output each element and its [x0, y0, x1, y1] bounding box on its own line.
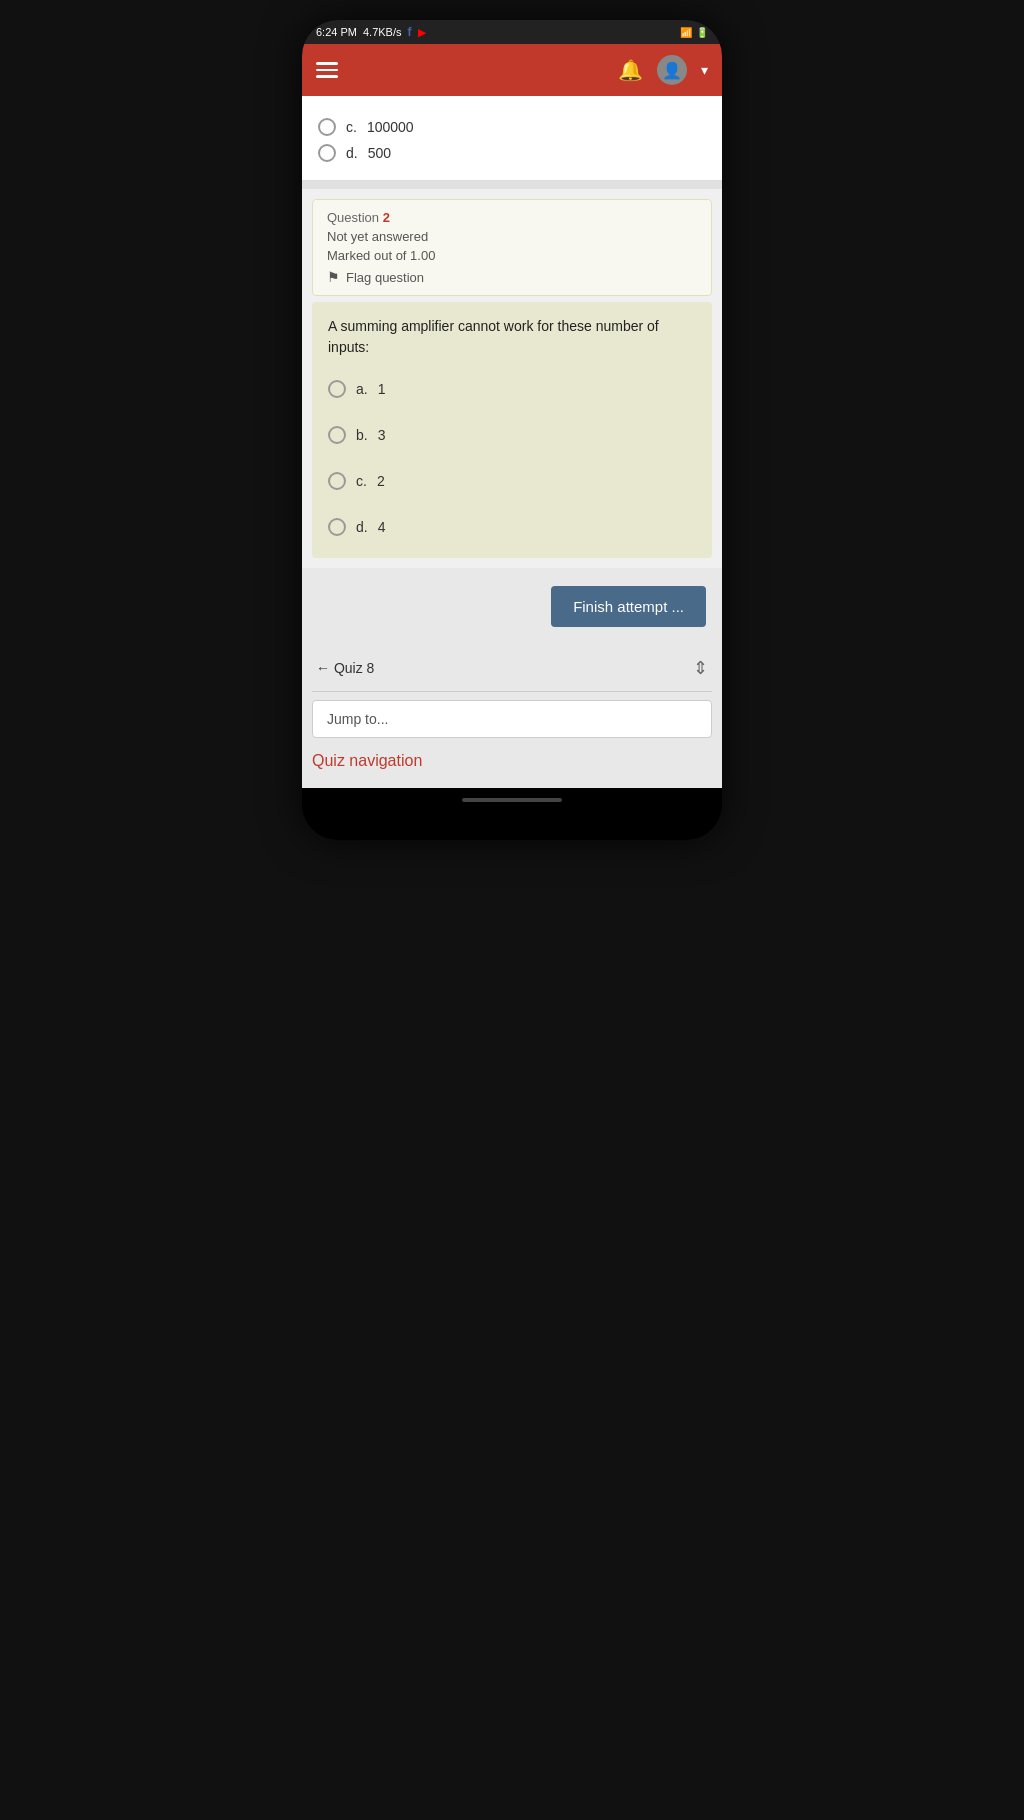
jump-to-input[interactable]: Jump to...	[312, 700, 712, 738]
option-d-letter: d.	[356, 519, 368, 535]
prev-option-d-radio[interactable]	[318, 144, 336, 162]
hamburger-menu-button[interactable]	[316, 62, 338, 78]
option-b-radio[interactable]	[328, 426, 346, 444]
status-right: 📶 🔋	[680, 27, 708, 38]
prev-question-partial: c. 100000 d. 500	[302, 96, 722, 181]
nav-arrow-icon[interactable]: ⇕	[693, 657, 708, 679]
quiz-navigation-label[interactable]: Quiz navigation	[312, 752, 712, 778]
quiz-back-label[interactable]: ← Quiz 8	[316, 660, 374, 676]
prev-option-c-value: 100000	[367, 119, 414, 135]
prev-option-c-radio[interactable]	[318, 118, 336, 136]
question-number: 2	[383, 210, 390, 225]
quiz-nav-row: ← Quiz 8 ⇕	[312, 645, 712, 692]
prev-option-c-row: c. 100000	[318, 118, 706, 136]
option-d-row: d. 4	[328, 518, 696, 536]
option-a-letter: a.	[356, 381, 368, 397]
avatar-button[interactable]: 👤	[657, 55, 687, 85]
option-b-value: 3	[378, 427, 386, 443]
data-speed: 4.7KB/s	[363, 26, 402, 38]
option-a-radio[interactable]	[328, 380, 346, 398]
option-d-value: 4	[378, 519, 386, 535]
option-b-row: b. 3	[328, 426, 696, 444]
yt-icon: ▶	[418, 27, 426, 38]
prev-option-d-label: d.	[346, 145, 358, 161]
option-c-radio[interactable]	[328, 472, 346, 490]
option-c-letter: c.	[356, 473, 367, 489]
option-c-value: 2	[377, 473, 385, 489]
avatar-icon-symbol: 👤	[662, 61, 682, 80]
content-area: c. 100000 d. 500 Question 2 Not yet answ…	[302, 96, 722, 788]
status-bar: 6:24 PM 4.7KB/s f ▶ 📶 🔋	[302, 20, 722, 44]
section-divider	[302, 181, 722, 189]
option-d-radio[interactable]	[328, 518, 346, 536]
jump-to-placeholder: Jump to...	[327, 711, 388, 727]
option-b-letter: b.	[356, 427, 368, 443]
home-indicator	[302, 788, 722, 812]
question-label: Question 2	[327, 210, 697, 225]
battery-icon: 🔋	[696, 27, 708, 38]
question-text: A summing amplifier cannot work for thes…	[328, 316, 696, 358]
option-c-row: c. 2	[328, 472, 696, 490]
option-a-value: 1	[378, 381, 386, 397]
chevron-down-icon[interactable]: ▾	[701, 62, 708, 78]
bell-icon[interactable]: 🔔	[618, 58, 643, 82]
not-answered-status: Not yet answered	[327, 229, 697, 244]
phone-frame: 6:24 PM 4.7KB/s f ▶ 📶 🔋 🔔 👤 ▾	[302, 20, 722, 840]
prev-option-c-label: c.	[346, 119, 357, 135]
flag-question-button[interactable]: ⚑ Flag question	[327, 269, 697, 285]
home-bar	[462, 798, 562, 802]
flag-label: Flag question	[346, 270, 424, 285]
fb-icon: f	[408, 25, 412, 39]
header-right: 🔔 👤 ▾	[618, 55, 708, 85]
finish-area: Finish attempt ...	[302, 568, 722, 645]
prev-option-d-row: d. 500	[318, 144, 706, 162]
question2-body-card: A summing amplifier cannot work for thes…	[312, 302, 712, 558]
prev-option-d-value: 500	[368, 145, 391, 161]
app-header: 🔔 👤 ▾	[302, 44, 722, 96]
signal-icon: 📶	[680, 27, 692, 38]
marks-display: Marked out of 1.00	[327, 248, 697, 263]
finish-attempt-button[interactable]: Finish attempt ...	[551, 586, 706, 627]
options-list: a. 1 b. 3 c. 2 d. 4	[328, 372, 696, 544]
option-a-row: a. 1	[328, 380, 696, 398]
status-left: 6:24 PM 4.7KB/s f ▶	[316, 25, 426, 39]
time-display: 6:24 PM	[316, 26, 357, 38]
flag-icon: ⚑	[327, 269, 340, 285]
bottom-nav-area: ← Quiz 8 ⇕ Jump to... Quiz navigation	[302, 645, 722, 788]
question2-meta-card: Question 2 Not yet answered Marked out o…	[312, 199, 712, 296]
